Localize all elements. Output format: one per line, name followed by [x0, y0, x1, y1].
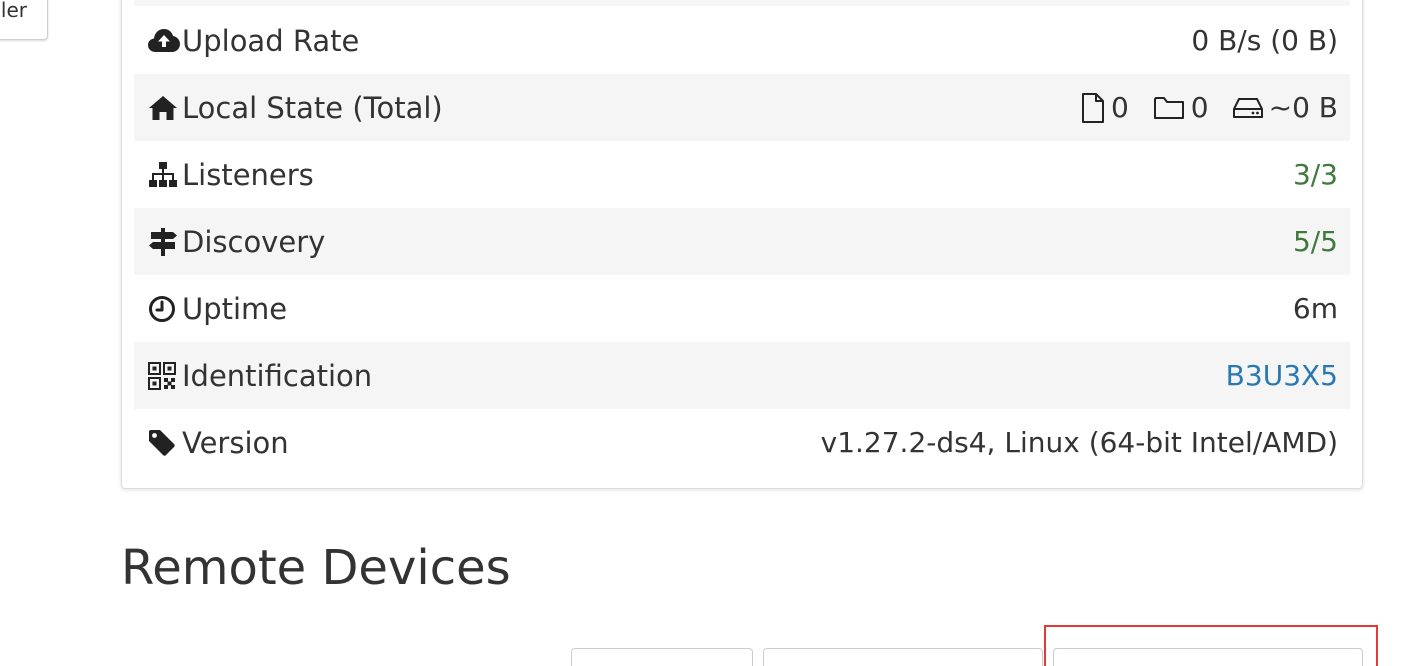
row-local-state: Local State (Total) 0 0 ~0 B: [134, 74, 1350, 141]
recent-changes-button[interactable]: [763, 648, 1043, 666]
row-discovery: Discovery 5/5: [134, 208, 1350, 275]
row-label: Local State (Total): [182, 90, 443, 125]
signpost-icon: [148, 227, 182, 257]
folder-count: 0: [1190, 91, 1209, 124]
row-label: Listeners: [182, 157, 314, 192]
row-label: Upload Rate: [182, 23, 360, 58]
upload-rate-value: 0 B/s (0 B): [1191, 24, 1338, 57]
pause-all-button[interactable]: [571, 648, 753, 666]
local-state-value: 0 0 ~0 B: [1081, 91, 1338, 124]
version-value: v1.27.2-ds4, Linux (64-bit Intel/AMD): [820, 426, 1338, 459]
cloud-upload-icon: [148, 26, 182, 56]
row-label: Version: [182, 425, 289, 460]
device-id-link[interactable]: B3U3X5: [1226, 359, 1338, 392]
listeners-value: 3/3: [1292, 158, 1338, 191]
page: ler Upload Rate 0 B/s (0 B) Local State …: [0, 0, 1410, 666]
folder-icon: [1153, 95, 1185, 121]
row-version: Version v1.27.2-ds4, Linux (64-bit Intel…: [134, 409, 1350, 476]
highlight-annotation: [1044, 625, 1378, 666]
uptime-value: 6m: [1292, 292, 1338, 325]
folder-action-button[interactable]: ler: [0, 0, 48, 40]
file-count: 0: [1110, 91, 1129, 124]
row-upload-rate: Upload Rate 0 B/s (0 B): [134, 7, 1350, 74]
hard-drive-icon: [1232, 97, 1263, 119]
file-icon: [1081, 92, 1105, 123]
row-label: Identification: [182, 358, 373, 393]
remote-devices-heading: Remote Devices: [121, 540, 511, 596]
row-listeners: Listeners 3/3: [134, 141, 1350, 208]
row-label: Discovery: [182, 224, 326, 259]
row-label: Uptime: [182, 291, 288, 326]
folder-action-button-label: ler: [0, 0, 27, 22]
tag-icon: [148, 428, 182, 458]
home-icon: [148, 93, 182, 123]
sitemap-icon: [148, 160, 182, 190]
row-uptime: Uptime 6m: [134, 275, 1350, 342]
total-size: ~0 B: [1268, 91, 1338, 124]
qrcode-icon: [148, 361, 182, 391]
this-device-panel: Upload Rate 0 B/s (0 B) Local State (Tot…: [121, 0, 1363, 489]
previous-row-fragment: [134, 0, 1350, 6]
row-identification: Identification B3U3X5: [134, 342, 1350, 409]
clock-icon: [148, 294, 182, 324]
discovery-value: 5/5: [1292, 225, 1338, 258]
